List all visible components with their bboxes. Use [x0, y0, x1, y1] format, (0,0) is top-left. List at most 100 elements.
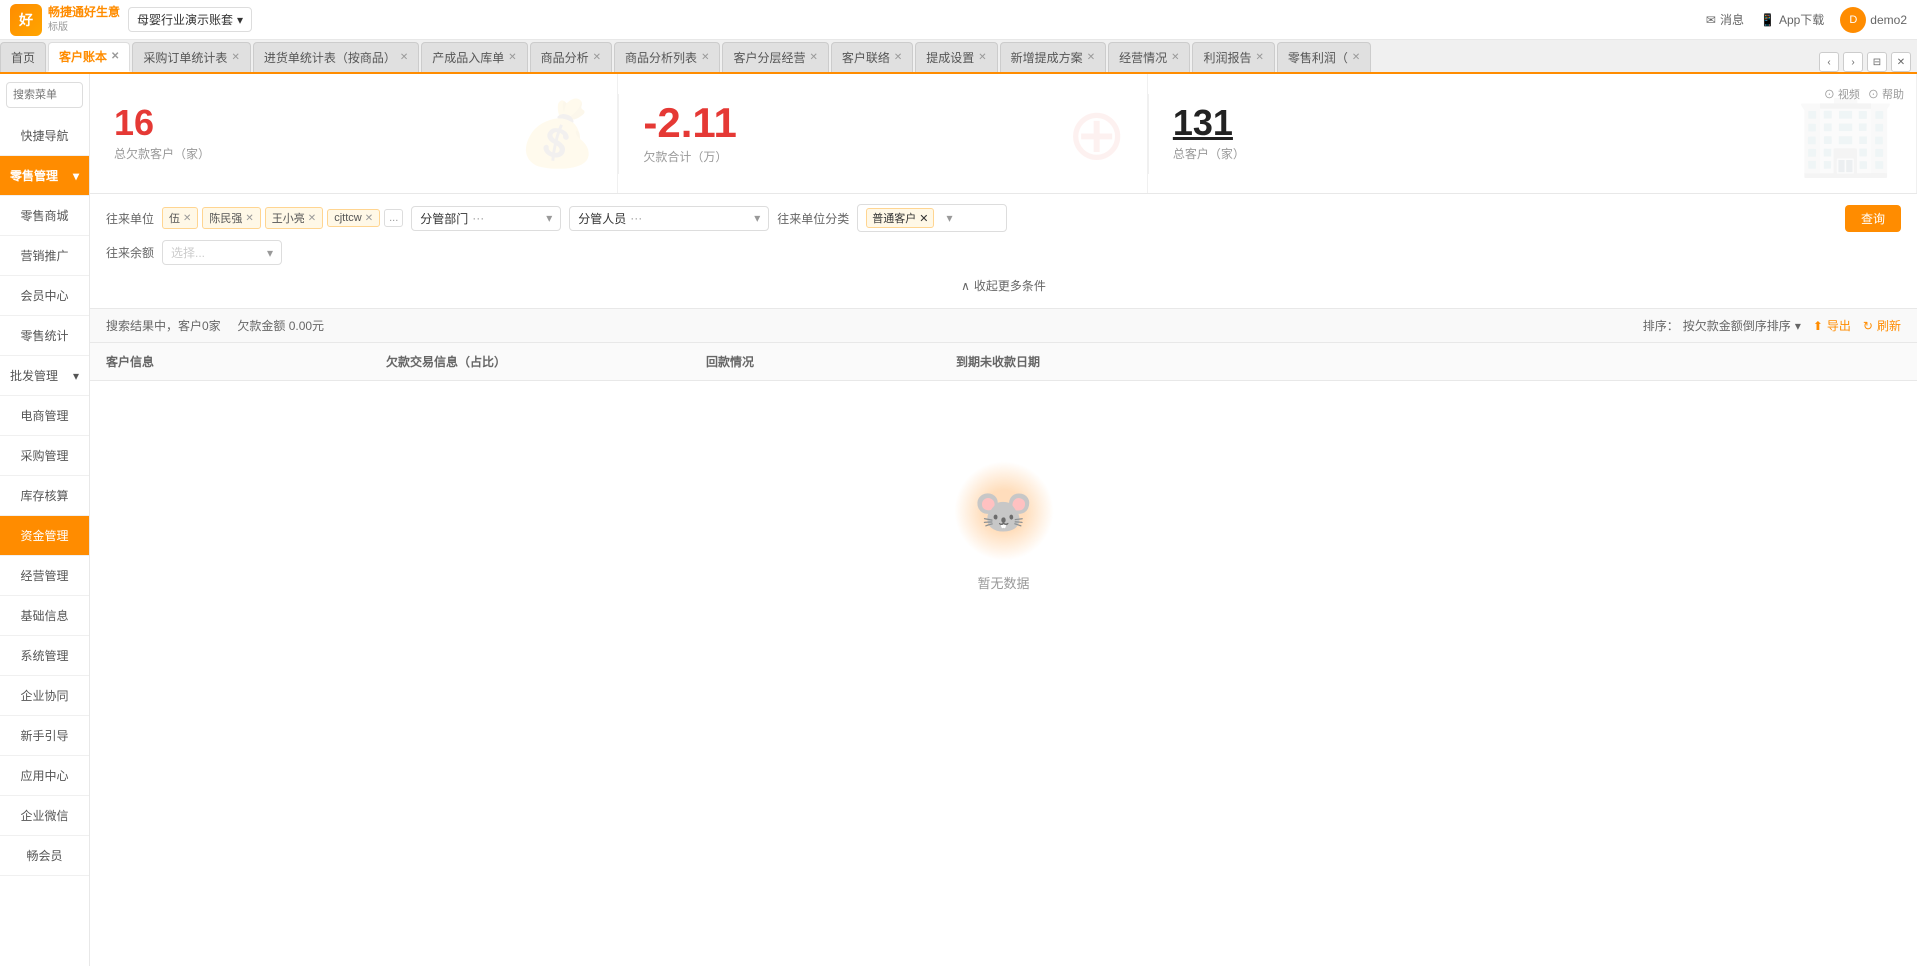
remove-tag-wu[interactable]: ✕ — [183, 213, 191, 224]
sidebar-item-retail-mall[interactable]: 零售商城 — [0, 196, 89, 236]
tab-customer-tier-label: 客户分层经营 — [733, 49, 805, 66]
tab-promotion-settings[interactable]: 提成设置 ✕ — [915, 42, 997, 72]
remove-unit-type-tag[interactable]: ✕ — [919, 212, 928, 225]
stat-total-customers-value[interactable]: 16 — [114, 105, 210, 141]
tab-customer-tier-close[interactable]: ✕ — [809, 52, 817, 63]
dept-selector[interactable]: 分管部门 ··· ▾ — [411, 206, 561, 231]
stat-total-clients-label: 总客户（家） — [1173, 145, 1245, 162]
message-button[interactable]: ✉ 消息 — [1706, 11, 1744, 28]
sidebar-item-operations[interactable]: 经营管理 — [0, 556, 89, 596]
col-customer-info: 客户信息 — [106, 353, 386, 370]
col-repayment: 回款情况 — [706, 353, 956, 370]
unit-type-arrow: ▾ — [946, 211, 952, 225]
tab-purchase-orders[interactable]: 采购订单统计表 ✕ — [132, 42, 250, 72]
remove-tag-cjttcw[interactable]: ✕ — [365, 213, 373, 224]
sidebar-item-system[interactable]: 系统管理 — [0, 636, 89, 676]
query-button[interactable]: 查询 — [1845, 205, 1901, 232]
stat-total-clients-content: 131 总客户（家） — [1173, 105, 1245, 162]
col-overdue-date: 到期未收款日期 — [956, 353, 1901, 370]
tab-customer-tier[interactable]: 客户分层经营 ✕ — [722, 42, 828, 72]
tab-accounts[interactable]: 客户账本 ✕ — [48, 42, 130, 72]
tab-promotion-settings-close[interactable]: ✕ — [978, 52, 986, 63]
unit-type-selector[interactable]: 普通客户 ✕ ▾ — [857, 204, 1007, 232]
tab-prev-button[interactable]: ‹ — [1819, 52, 1839, 72]
sidebar-item-member-card[interactable]: 畅会员 — [0, 836, 89, 876]
stat-total-clients-value[interactable]: 131 — [1173, 105, 1245, 141]
sidebar-item-retail-mgmt[interactable]: 零售管理 ▾ — [0, 156, 89, 196]
export-button[interactable]: ⬆ 导出 — [1813, 317, 1851, 334]
tab-profit-report-close[interactable]: ✕ — [1256, 52, 1264, 63]
tab-product-analysis-label: 商品分析 — [541, 49, 589, 66]
stat-total-clients: 131 总客户（家） 🏢 ⊙ 视频 ⊙ 帮助 — [1149, 74, 1917, 193]
sidebar-item-enterprise-wechat[interactable]: 企业微信 — [0, 796, 89, 836]
tab-product-analysis-list-close[interactable]: ✕ — [701, 52, 709, 63]
sidebar-item-finance[interactable]: 资金管理 — [0, 516, 89, 556]
tab-new-promotion[interactable]: 新增提成方案 ✕ — [1000, 42, 1106, 72]
sidebar-search-area — [0, 74, 89, 116]
tab-close-all-button[interactable]: ✕ — [1891, 52, 1911, 72]
tab-product-analysis[interactable]: 商品分析 ✕ — [530, 42, 612, 72]
filter-more-btn[interactable]: ... — [384, 209, 403, 227]
tab-product-instock[interactable]: 产成品入库单 ✕ — [421, 42, 527, 72]
tab-incoming-stats[interactable]: 进货单统计表（按商品） ✕ — [253, 42, 419, 72]
sidebar-item-members[interactable]: 会员中心 — [0, 276, 89, 316]
app-download-button[interactable]: 📱 App下载 — [1760, 11, 1824, 28]
remove-tag-chen[interactable]: ✕ — [245, 213, 253, 224]
sidebar-item-retail-stats[interactable]: 零售统计 — [0, 316, 89, 356]
results-debt-amount: 欠款金额 0.00元 — [237, 319, 324, 333]
balance-selector[interactable]: 选择... ▾ — [162, 240, 282, 265]
logo-text: 畅捷通好生意 标版 — [48, 5, 120, 34]
tab-product-instock-close[interactable]: ✕ — [508, 52, 516, 63]
sidebar-item-enterprise-wechat-label: 企业微信 — [20, 807, 68, 824]
tab-customer-contact-close[interactable]: ✕ — [894, 52, 902, 63]
sidebar-item-marketing[interactable]: 营销推广 — [0, 236, 89, 276]
tab-product-analysis-close[interactable]: ✕ — [593, 52, 601, 63]
tab-next-button[interactable]: › — [1843, 52, 1863, 72]
tab-purchase-orders-close[interactable]: ✕ — [231, 52, 239, 63]
sidebar-item-basic-info[interactable]: 基础信息 — [0, 596, 89, 636]
tab-retail-profit-close[interactable]: ✕ — [1352, 52, 1360, 63]
user-menu[interactable]: D demo2 — [1840, 7, 1907, 33]
results-summary-text: 搜索结果中，客户0家 — [106, 319, 221, 333]
sidebar-item-system-label: 系统管理 — [20, 647, 68, 664]
unit-type-tag: 普通客户 ✕ — [866, 208, 934, 228]
tab-profit-report[interactable]: 利润报告 ✕ — [1192, 42, 1274, 72]
sidebar-item-wholesale[interactable]: 批发管理 ▾ — [0, 356, 89, 396]
tab-customer-contact[interactable]: 客户联络 ✕ — [831, 42, 913, 72]
sort-arrow-icon: ▾ — [1795, 319, 1801, 333]
tab-customer-contact-label: 客户联络 — [842, 49, 890, 66]
sidebar-item-quick-nav[interactable]: 快捷导航 — [0, 116, 89, 156]
video-link[interactable]: ⊙ 视频 — [1824, 86, 1860, 102]
table-empty: 🐭 暂无数据 — [90, 381, 1917, 672]
search-input[interactable] — [6, 82, 83, 108]
tab-collapse-button[interactable]: ⊟ — [1867, 52, 1887, 72]
app-name: 畅捷通好生意 — [48, 5, 120, 21]
tab-business-status-close[interactable]: ✕ — [1171, 52, 1179, 63]
help-link[interactable]: ⊙ 帮助 — [1868, 86, 1904, 102]
col-debt-transactions: 欠款交易信息（占比） — [386, 353, 706, 370]
unit-filter-label: 往来单位 — [106, 210, 154, 227]
stats-row: 16 总欠款客户（家） 💰 -2.11 欠款合计（万） ⊕ 131 总客户 — [90, 74, 1917, 194]
person-selector[interactable]: 分管人员 ··· ▾ — [569, 206, 769, 231]
account-selector[interactable]: 母婴行业演示账套 ▾ — [128, 7, 252, 32]
tab-incoming-stats-close[interactable]: ✕ — [400, 52, 408, 63]
sidebar-item-purchase[interactable]: 采购管理 — [0, 436, 89, 476]
tab-product-analysis-list[interactable]: 商品分析列表 ✕ — [614, 42, 720, 72]
tab-accounts-close[interactable]: ✕ — [111, 51, 119, 62]
refresh-button[interactable]: ↻ 刷新 — [1863, 317, 1901, 334]
sort-selector[interactable]: 排序： 按欠款金额倒序排序 ▾ — [1643, 317, 1801, 334]
tab-business-status[interactable]: 经营情况 ✕ — [1108, 42, 1190, 72]
tab-retail-profit[interactable]: 零售利润（ ✕ — [1277, 42, 1371, 72]
chevron-down-icon-wholesale: ▾ — [73, 369, 79, 383]
tab-home[interactable]: 首页 — [0, 42, 46, 72]
sidebar-item-app-center[interactable]: 应用中心 — [0, 756, 89, 796]
tab-new-promotion-close[interactable]: ✕ — [1087, 52, 1095, 63]
export-label: 导出 — [1827, 317, 1851, 334]
sidebar-item-ecommerce[interactable]: 电商管理 — [0, 396, 89, 436]
sidebar-item-enterprise-collab[interactable]: 企业协同 — [0, 676, 89, 716]
collapse-button[interactable]: ∧ 收起更多条件 — [961, 273, 1046, 298]
dept-label: 分管部门 — [420, 210, 468, 227]
sidebar-item-new-guide[interactable]: 新手引导 — [0, 716, 89, 756]
remove-tag-wang[interactable]: ✕ — [308, 213, 316, 224]
sidebar-item-inventory[interactable]: 库存核算 — [0, 476, 89, 516]
